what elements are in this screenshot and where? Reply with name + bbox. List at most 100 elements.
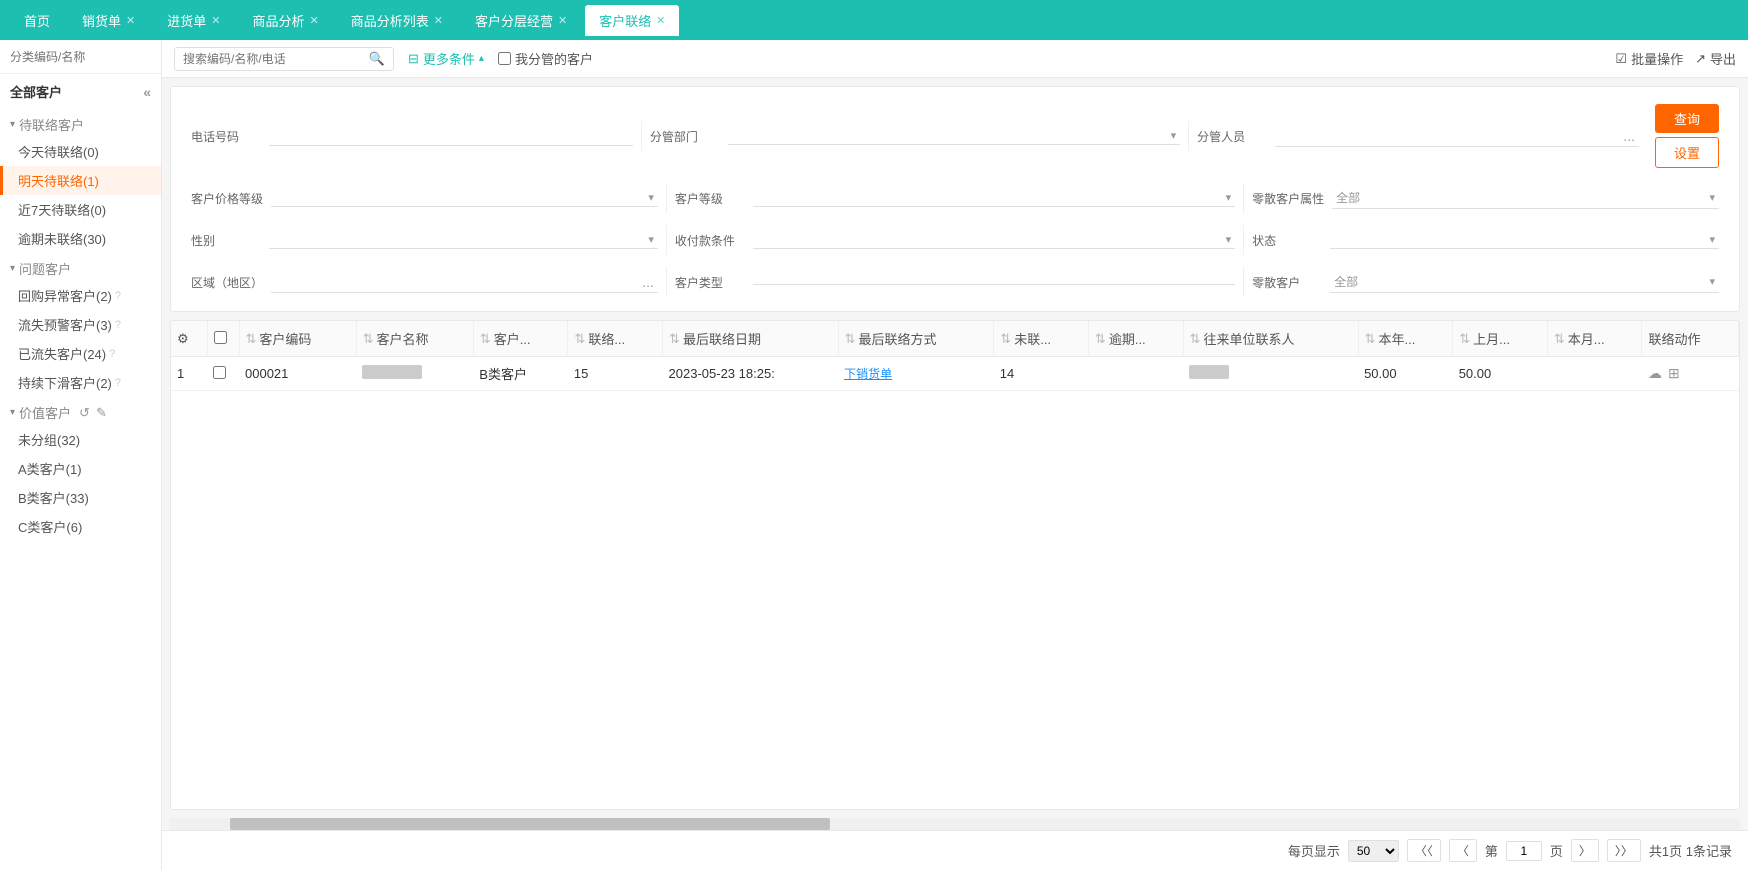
region-dots-icon[interactable]: ...: [642, 274, 654, 290]
col-name-label: 客户名称: [377, 329, 429, 348]
nav-home[interactable]: 首页: [10, 5, 64, 36]
status-chevron-icon: ▾: [1709, 233, 1715, 246]
sidebar-item-c-class[interactable]: C类客户(6): [0, 512, 161, 541]
filter-actions: 查询 设置: [1647, 100, 1727, 172]
sidebar-item-a-class[interactable]: A类客户(1): [0, 454, 161, 483]
more-filter-btn[interactable]: ⊟ 更多条件 ▴: [402, 46, 490, 71]
batch-op-btn[interactable]: ☑ 批量操作: [1615, 49, 1683, 68]
nav-sales-order[interactable]: 销货单 ✕: [68, 5, 149, 36]
col-code-label: 客户编码: [259, 329, 311, 348]
nav-sales-close[interactable]: ✕: [126, 14, 135, 27]
pending-section-label: 待联络客户: [19, 115, 84, 134]
region-select[interactable]: ...: [271, 272, 658, 293]
nav-customer-contact[interactable]: 客户联络 ✕: [585, 5, 679, 36]
page-number-input[interactable]: [1506, 841, 1542, 861]
nav-product-analysis-list[interactable]: 商品分析列表 ✕: [337, 5, 457, 36]
row-unit-contact: [1183, 357, 1358, 391]
export-label: 导出: [1710, 49, 1736, 68]
prev-page-btn[interactable]: 〈: [1449, 839, 1477, 862]
nav-purchase-label: 进货单: [167, 11, 206, 30]
main-search-icon[interactable]: 🔍: [369, 51, 385, 67]
row-checkbox[interactable]: [213, 366, 226, 379]
gender-label: 性别: [191, 232, 261, 249]
row-action-contact-icon[interactable]: ☁: [1648, 365, 1662, 382]
filter-row-4: 区域（地区） ... 客户类型 零散客户: [183, 261, 1727, 303]
customer-type-select[interactable]: [753, 280, 1235, 285]
col-nocontact-sort-icon: ⇅: [1000, 331, 1011, 347]
query-btn[interactable]: 查询: [1655, 104, 1719, 133]
retail-customer-select[interactable]: 全部 ▾: [1330, 271, 1719, 293]
customer-level-select[interactable]: ▾: [753, 189, 1235, 207]
filter-icon: ⊟: [408, 51, 419, 67]
manager-dots-icon[interactable]: ...: [1623, 128, 1635, 144]
customer-level-chevron-icon: ▾: [1226, 191, 1232, 204]
settings-icon[interactable]: ⚙: [177, 331, 189, 346]
sidebar-collapse-btn[interactable]: «: [143, 84, 151, 100]
my-customers-checkbox-label[interactable]: 我分管的客户: [498, 49, 593, 68]
sidebar-search-input[interactable]: [10, 50, 162, 64]
nav-purchase-close[interactable]: ✕: [211, 14, 220, 27]
gender-select[interactable]: ▾: [269, 231, 658, 249]
sidebar-item-today-label: 今天待联络(0): [18, 142, 99, 161]
set-btn[interactable]: 设置: [1655, 137, 1719, 168]
per-page-select[interactable]: 50 20 100: [1348, 840, 1399, 862]
nav-purchase-order[interactable]: 进货单 ✕: [153, 5, 234, 36]
export-btn[interactable]: ↗ 导出: [1695, 49, 1736, 68]
nav-customer-tier[interactable]: 客户分层经营 ✕: [461, 5, 581, 36]
sidebar-item-repurchase-abnormal[interactable]: 回购异常客户(2) ?: [0, 281, 161, 310]
nav-customer-contact-close[interactable]: ✕: [656, 14, 665, 27]
last-page-btn[interactable]: 〉〉: [1607, 839, 1641, 862]
status-select[interactable]: ▾: [1330, 231, 1719, 249]
nav-customer-tier-close[interactable]: ✕: [558, 14, 567, 27]
price-level-chevron-icon: ▾: [648, 191, 654, 204]
payment-select[interactable]: ▾: [753, 231, 1235, 249]
price-level-select[interactable]: ▾: [271, 189, 658, 207]
col-contacts-label: 联络...: [588, 329, 625, 348]
nav-product-analysis-label: 商品分析: [252, 11, 304, 30]
sidebar-item-ungrouped[interactable]: 未分组(32): [0, 425, 161, 454]
dept-label: 分管部门: [650, 128, 720, 145]
col-no-contact-days: ⇅ 未联...: [994, 321, 1089, 357]
total-records-label: 共1页 1条记录: [1649, 841, 1732, 860]
sidebar-item-declining[interactable]: 持续下滑客户(2) ?: [0, 368, 161, 397]
manager-select[interactable]: ...: [1275, 126, 1639, 147]
value-edit-icon[interactable]: ✎: [96, 405, 107, 421]
col-method-label: 最后联络方式: [858, 329, 936, 348]
select-all-checkbox[interactable]: [214, 331, 227, 344]
row-unit-contact-masked: [1189, 365, 1229, 379]
sidebar-item-churned[interactable]: 已流失客户(24) ?: [0, 339, 161, 368]
row-this-month: [1547, 357, 1642, 391]
next-page-btn[interactable]: 〉: [1571, 839, 1599, 862]
main-search-input[interactable]: [183, 52, 363, 66]
sidebar-item-tomorrow-pending[interactable]: 明天待联络(1): [0, 166, 161, 195]
declining-help-icon: ?: [115, 377, 121, 389]
first-page-btn[interactable]: 〈〈: [1407, 839, 1441, 862]
nav-product-list-close[interactable]: ✕: [434, 14, 443, 27]
horizontal-scrollbar[interactable]: [170, 818, 1740, 830]
scrollbar-thumb: [230, 818, 830, 830]
churn-warning-label: 流失预警客户(3): [18, 315, 112, 334]
price-level-label: 客户价格等级: [191, 190, 263, 207]
phone-input[interactable]: [269, 127, 633, 146]
sidebar-item-b-class[interactable]: B类客户(33): [0, 483, 161, 512]
dept-select[interactable]: ▾: [728, 127, 1180, 145]
col-this-year: ⇅ 本年...: [1358, 321, 1453, 357]
nav-product-analysis-close[interactable]: ✕: [310, 14, 319, 27]
col-unit-label: 往来单位联系人: [1203, 329, 1294, 348]
nav-product-analysis[interactable]: 商品分析 ✕: [238, 5, 332, 36]
value-refresh-icon[interactable]: ↺: [79, 405, 90, 421]
my-customers-checkbox[interactable]: [498, 52, 511, 65]
retail-attr-select[interactable]: 全部 ▾: [1332, 187, 1719, 209]
content-area: 🔍 ⊟ 更多条件 ▴ 我分管的客户 ☑ 批量操作 ↗ 导出: [162, 40, 1748, 870]
sidebar-item-churn-warning[interactable]: 流失预警客户(3) ?: [0, 310, 161, 339]
sidebar-item-7days-pending[interactable]: 近7天待联络(0): [0, 195, 161, 224]
sidebar-item-today-pending[interactable]: 今天待联络(0): [0, 137, 161, 166]
row-last-method-link[interactable]: 下销货单: [844, 367, 892, 381]
sidebar-search-area: 🔍: [0, 40, 161, 74]
filter-row-2: 客户价格等级 ▾ 客户等级 ▾ 零散客户属性: [183, 177, 1727, 219]
row-action-more-icon[interactable]: ⊞: [1668, 365, 1680, 382]
nav-product-list-label: 商品分析列表: [351, 11, 429, 30]
filter-cell-customer-type: 客户类型: [667, 266, 1243, 298]
batch-checkbox-icon: ☑: [1615, 51, 1627, 67]
sidebar-item-overdue-pending[interactable]: 逾期未联络(30): [0, 224, 161, 253]
